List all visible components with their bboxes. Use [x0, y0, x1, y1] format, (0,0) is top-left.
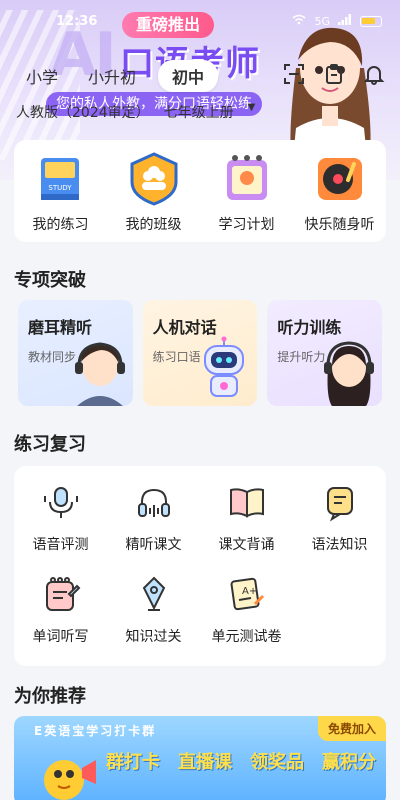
checkin-group-banner[interactable]: E英语宝学习打卡群 免费加入 群打卡 直播课 领奖品 赢积分: [14, 716, 386, 800]
status-icons: 5G: [292, 14, 382, 28]
boy-headphones-illustration: [74, 342, 125, 406]
happy-listening-label: 快乐随身听: [304, 217, 375, 233]
tab-junior-high[interactable]: 初中: [158, 60, 219, 92]
review-section-title: 练习复习: [14, 434, 86, 455]
benefit-prizes: 领奖品: [250, 752, 304, 773]
my-class-entry[interactable]: 我的班级: [110, 150, 198, 242]
grammar-knowledge-entry[interactable]: 语法知识: [293, 482, 386, 554]
ai-dialogue-card[interactable]: 人机对话 练习口语: [142, 300, 258, 406]
grammar-knowledge-label: 语法知识: [311, 537, 368, 553]
unit-test-label: 单元测试卷: [211, 629, 282, 645]
svg-text:STUDY: STUDY: [48, 184, 72, 192]
plan-notebook-icon: [226, 155, 267, 200]
voice-evaluation-entry[interactable]: 语音评测: [14, 482, 107, 554]
benefit-live-class: 直播课: [178, 752, 232, 773]
listening-training-title: 听力训练: [277, 318, 342, 337]
unit-test-entry[interactable]: A+ 单元测试卷: [200, 574, 293, 646]
special-feature-row: 磨耳精听 教材同步 人机对话 练习口语 听力训练 提升听力: [18, 300, 383, 406]
word-dictation-entry[interactable]: 单词听写: [14, 574, 107, 646]
bell-icon[interactable]: [362, 62, 386, 86]
tab-junior-entry[interactable]: 小升初: [80, 60, 144, 92]
battery-icon: [360, 15, 382, 27]
intensive-listening-card[interactable]: 磨耳精听 教材同步: [18, 300, 133, 406]
grammar-note-icon: [326, 487, 353, 522]
wifi-icon: [292, 14, 306, 28]
benefit-points: 赢积分: [322, 752, 376, 773]
textbook-selector[interactable]: 人教版（2024审定） 七年级上册 ▼: [16, 102, 255, 122]
knowledge-check-entry[interactable]: 知识过关: [107, 574, 200, 646]
recommend-section-title: 为你推荐: [14, 686, 86, 707]
svg-text:A+: A+: [242, 586, 257, 597]
microphone-icon: [43, 487, 78, 518]
benefit-group-checkin: 群打卡: [106, 752, 160, 773]
intensive-text-listening-entry[interactable]: 精听课文: [107, 482, 200, 554]
network-label: 5G: [314, 14, 330, 28]
intensive-listening-title: 磨耳精听: [28, 318, 93, 337]
text-recitation-label: 课文背诵: [218, 537, 275, 553]
status-bar: 12:36 5G: [0, 0, 400, 30]
robot-illustration: [204, 336, 245, 397]
knowledge-icon: [142, 576, 165, 611]
special-section-title: 专项突破: [14, 270, 86, 291]
study-plan-label: 学习计划: [218, 217, 275, 233]
voice-evaluation-label: 语音评测: [32, 537, 89, 553]
record-player-icon: [317, 158, 362, 200]
open-book-icon: [229, 488, 264, 518]
clipboard-icon[interactable]: [322, 62, 346, 86]
word-dictation-label: 单词听写: [32, 629, 89, 645]
level-tabs: 小学 小升初 初中: [18, 60, 219, 92]
happy-listening-entry[interactable]: 快乐随身听: [296, 150, 384, 242]
review-card: 语音评测 精听课文 课文背诵 语法知识 单词听写 知识过关 A+ 单元测试卷: [14, 466, 386, 666]
listening-training-card[interactable]: 听力训练 提升听力: [267, 300, 383, 406]
my-practice-label: 我的练习: [32, 217, 89, 233]
status-time: 12:36: [56, 14, 98, 29]
quick-entry-card: STUDY 我的练习 我的班级 学习计划 快乐随身听: [14, 140, 386, 242]
review-grid: 语音评测 精听课文 课文背诵 语法知识 单词听写 知识过关 A+ 单元测试卷: [14, 482, 386, 646]
signal-icon: [338, 14, 352, 28]
scan-icon[interactable]: [282, 62, 306, 86]
test-paper-icon: A+: [230, 577, 264, 611]
free-join-button[interactable]: 免费加入: [317, 716, 386, 741]
benefit-list: 群打卡 直播课 领奖品 赢积分: [106, 748, 376, 774]
chevron-down-icon: ▼: [247, 102, 256, 113]
my-class-label: 我的班级: [125, 217, 182, 233]
dictation-icon: [45, 577, 80, 611]
headphones-icon: [137, 488, 170, 517]
textbook-edition: 人教版（2024审定）: [16, 105, 150, 121]
tab-primary[interactable]: 小学: [18, 60, 66, 92]
study-plan-entry[interactable]: 学习计划: [203, 150, 291, 242]
intensive-text-listening-label: 精听课文: [125, 537, 182, 553]
ai-dialogue-title: 人机对话: [152, 318, 217, 337]
my-practice-entry[interactable]: STUDY 我的练习: [17, 150, 105, 242]
class-badge-icon: [130, 152, 177, 206]
book-icon: STUDY: [40, 158, 79, 200]
girl-headphones-illustration: [324, 341, 375, 406]
mascot-illustration: [44, 760, 96, 800]
knowledge-check-label: 知识过关: [125, 629, 182, 645]
header-actions: [282, 62, 386, 86]
text-recitation-entry[interactable]: 课文背诵: [200, 482, 293, 554]
checkin-group-title: E英语宝学习打卡群: [34, 724, 157, 738]
textbook-grade: 七年级上册: [163, 105, 234, 121]
